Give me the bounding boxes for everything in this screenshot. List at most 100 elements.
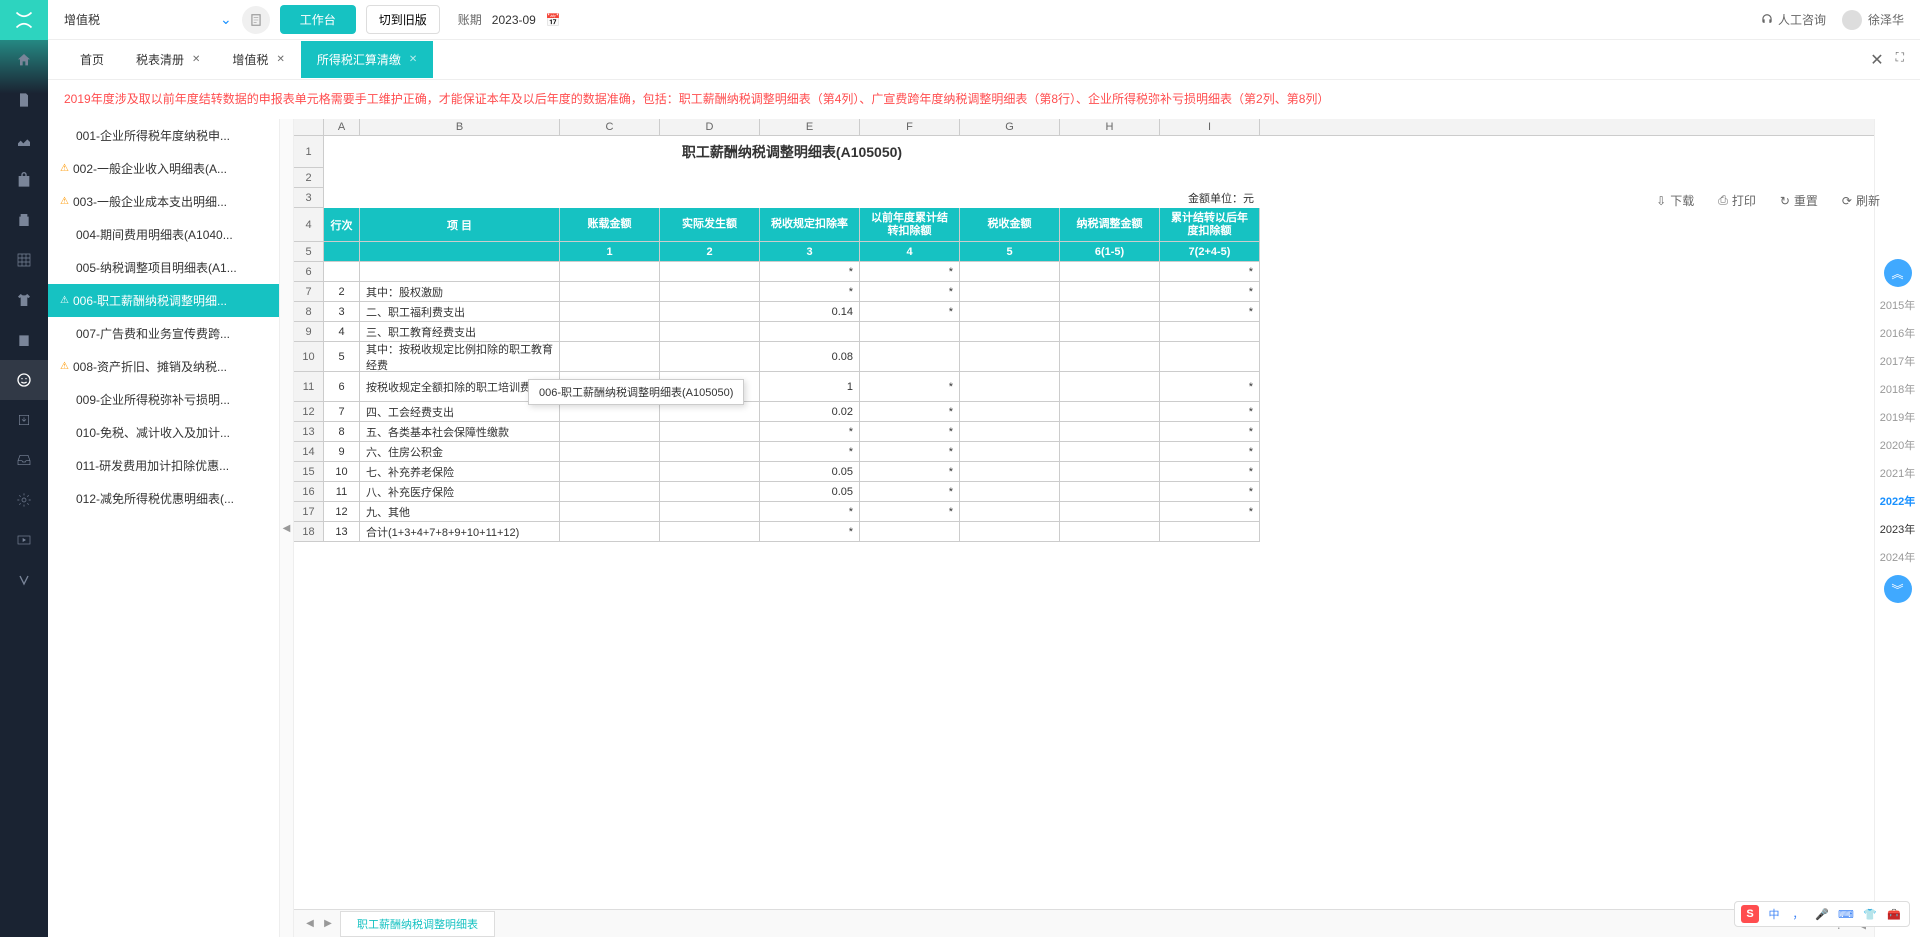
cell[interactable] [1060, 282, 1160, 302]
cell[interactable] [960, 282, 1060, 302]
cell[interactable]: * [1160, 302, 1260, 322]
expand-icon[interactable]: ⛶ [1896, 50, 1904, 70]
cell[interactable]: * [1160, 372, 1260, 402]
cell[interactable]: 0.14 [760, 302, 860, 322]
close-icon[interactable]: ✕ [409, 54, 417, 65]
cell[interactable]: 13 [324, 522, 360, 542]
cell[interactable]: * [860, 402, 960, 422]
cell[interactable] [1060, 482, 1160, 502]
col-header[interactable]: F [860, 119, 960, 135]
close-icon[interactable]: ✕ [276, 54, 284, 65]
list-item[interactable]: ⚠003-一般企业成本支出明细... [48, 185, 279, 218]
ime-mic-icon[interactable]: 🎤 [1813, 905, 1831, 923]
tab-所得税汇算清缴[interactable]: 所得税汇算清缴✕ [301, 41, 433, 78]
col-header[interactable]: C [560, 119, 660, 135]
year-2023年[interactable]: 2023年 [1876, 515, 1919, 543]
list-item[interactable]: 011-研发费用加计扣除优惠... [48, 449, 279, 482]
cell[interactable]: * [860, 422, 960, 442]
cell[interactable]: 其中：按税收规定比例扣除的职工教育经费 [360, 342, 560, 372]
cell[interactable]: 10 [324, 462, 360, 482]
list-item[interactable]: ⚠006-职工薪酬纳税调整明细... [48, 284, 279, 317]
doc-round-icon[interactable] [242, 6, 270, 34]
cell[interactable] [1060, 402, 1160, 422]
list-item[interactable]: 001-企业所得税年度纳税申... [48, 119, 279, 152]
user-menu[interactable]: 徐泽华 [1842, 10, 1904, 30]
cell[interactable] [960, 262, 1060, 282]
year-up-button[interactable]: ︽ [1884, 259, 1912, 287]
tax-type-dropdown[interactable]: 增值税 ⌄ [64, 11, 232, 28]
cell[interactable] [660, 482, 760, 502]
cell[interactable] [560, 442, 660, 462]
cell[interactable] [1060, 342, 1160, 372]
cell[interactable] [660, 342, 760, 372]
cell[interactable] [860, 322, 960, 342]
cell[interactable]: * [1160, 422, 1260, 442]
switch-old-button[interactable]: 切到旧版 [366, 5, 440, 34]
gear-icon[interactable] [0, 480, 48, 520]
col-header[interactable]: G [960, 119, 1060, 135]
cell[interactable] [660, 302, 760, 322]
cell[interactable] [1060, 462, 1160, 482]
cell[interactable]: 8 [324, 422, 360, 442]
cell[interactable] [660, 462, 760, 482]
cell[interactable] [960, 522, 1060, 542]
list-item[interactable]: 009-企业所得税弥补亏损明... [48, 383, 279, 416]
video-icon[interactable] [0, 520, 48, 560]
cell[interactable] [960, 502, 1060, 522]
cell[interactable]: 11 [324, 482, 360, 502]
col-header[interactable]: I [1160, 119, 1260, 135]
cell[interactable]: 3 [324, 302, 360, 322]
cell[interactable] [1160, 522, 1260, 542]
cell[interactable] [660, 402, 760, 422]
ime-lang[interactable]: 中 [1765, 905, 1783, 923]
cell[interactable]: 五、各类基本社会保障性缴款 [360, 422, 560, 442]
shirt-icon[interactable] [0, 280, 48, 320]
cell[interactable] [560, 342, 660, 372]
smile-icon[interactable] [0, 360, 48, 400]
col-header[interactable]: A [324, 119, 360, 135]
cell[interactable]: 9 [324, 442, 360, 462]
list-item[interactable]: 010-免税、减计收入及加计... [48, 416, 279, 449]
chart-icon[interactable] [0, 120, 48, 160]
ime-tools-icon[interactable]: 🧰 [1885, 905, 1903, 923]
cell[interactable]: * [1160, 502, 1260, 522]
cell[interactable]: 其中：股权激励 [360, 282, 560, 302]
cell[interactable]: 九、其他 [360, 502, 560, 522]
cell[interactable]: * [1160, 262, 1260, 282]
cell[interactable]: * [1160, 402, 1260, 422]
clipboard-icon[interactable] [0, 200, 48, 240]
close-tab-icon[interactable]: ✕ [1870, 50, 1883, 70]
sheet-tab[interactable]: 职工薪酬纳税调整明细表 [340, 911, 495, 937]
cell[interactable]: * [860, 442, 960, 462]
workbench-button[interactable]: 工作台 [280, 5, 356, 34]
cell[interactable] [860, 342, 960, 372]
cell[interactable]: 12 [324, 502, 360, 522]
cell[interactable]: 0.05 [760, 482, 860, 502]
cell[interactable] [960, 302, 1060, 322]
cell[interactable] [1060, 522, 1160, 542]
year-2015年[interactable]: 2015年 [1876, 291, 1919, 319]
cell[interactable]: 三、职工教育经费支出 [360, 322, 560, 342]
collapse-handle[interactable]: ◀ [280, 119, 294, 937]
list-item[interactable]: 007-广告费和业务宣传费跨... [48, 317, 279, 350]
cell[interactable]: 六、住房公积金 [360, 442, 560, 462]
cell[interactable]: * [760, 442, 860, 462]
cell[interactable] [960, 462, 1060, 482]
cell[interactable] [560, 302, 660, 322]
year-2020年[interactable]: 2020年 [1876, 431, 1919, 459]
cell[interactable]: 2 [324, 282, 360, 302]
calendar-icon[interactable] [0, 320, 48, 360]
cell[interactable] [960, 422, 1060, 442]
bag-icon[interactable] [0, 160, 48, 200]
cell[interactable]: * [760, 502, 860, 522]
cell[interactable]: 0.05 [760, 462, 860, 482]
sheet-nav-first[interactable]: ◀ [302, 916, 318, 932]
home-icon[interactable] [0, 40, 48, 80]
cell[interactable]: * [760, 422, 860, 442]
export-icon[interactable] [0, 400, 48, 440]
cell[interactable] [560, 422, 660, 442]
inbox-icon[interactable] [0, 440, 48, 480]
ime-toolbar[interactable]: S 中 ， 🎤 ⌨ 👕 🧰 [1734, 901, 1910, 927]
cell[interactable] [1060, 422, 1160, 442]
cell[interactable] [1160, 322, 1260, 342]
